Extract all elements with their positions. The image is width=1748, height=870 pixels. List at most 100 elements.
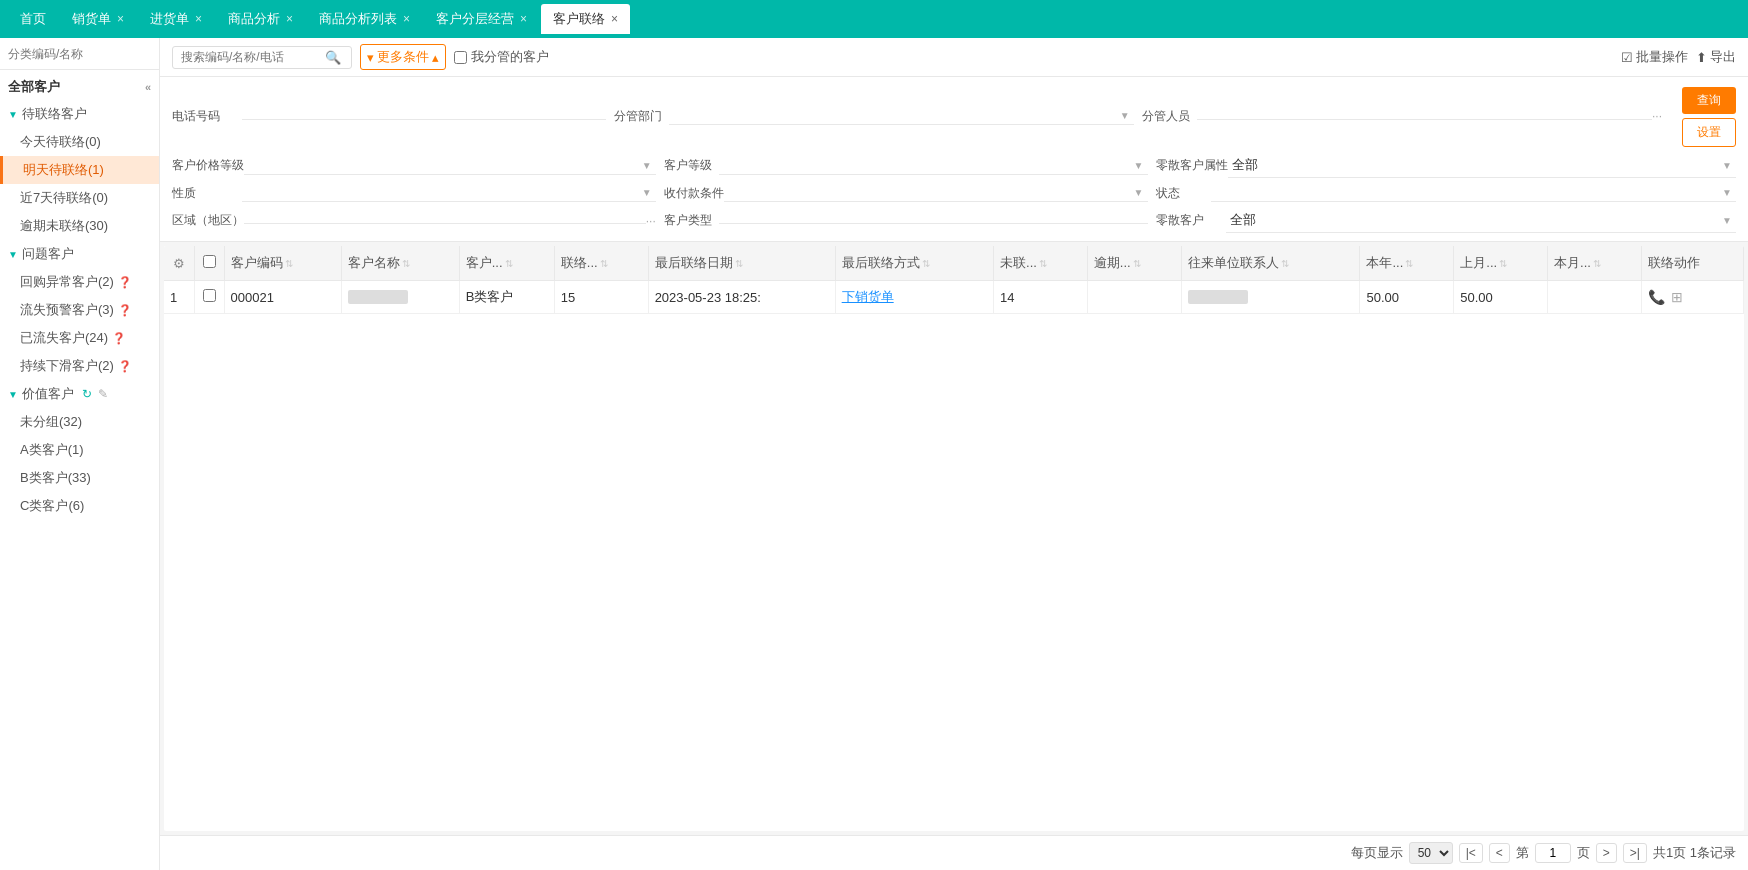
customer-grade-select[interactable]: ▼ (719, 157, 1148, 175)
price-grade-select[interactable]: ▼ (244, 157, 656, 175)
customer-type-input[interactable] (719, 217, 1148, 224)
region-input[interactable] (244, 217, 646, 224)
nav-product-list[interactable]: 商品分析列表 × (307, 4, 422, 34)
sidebar-item-class-c[interactable]: C类客户(6) (0, 492, 159, 520)
nav-product-analysis-close[interactable]: × (286, 12, 293, 26)
nav-product-analysis[interactable]: 商品分析 × (216, 4, 305, 34)
pending-triangle: ▼ (8, 109, 18, 120)
value-refresh-icon[interactable]: ↻ (82, 387, 92, 401)
sort-overdue[interactable]: ⇅ (1133, 258, 1141, 269)
nav-sales[interactable]: 销货单 × (60, 4, 136, 34)
filter-search-icon[interactable]: 🔍 (325, 50, 341, 65)
sort-method[interactable]: ⇅ (922, 258, 930, 269)
sort-no-contact[interactable]: ⇅ (1039, 258, 1047, 269)
action-grid-icon[interactable]: ⊞ (1671, 289, 1683, 305)
retail-customer-select[interactable]: 全部 ▼ (1226, 208, 1737, 233)
select-all-checkbox[interactable] (203, 255, 216, 268)
help-icon-churn[interactable]: ❓ (118, 304, 132, 317)
pending-group-title[interactable]: ▼ 待联络客户 (0, 100, 159, 128)
cell-checkbox[interactable] (194, 281, 224, 314)
sidebar-item-class-b[interactable]: B类客户(33) (0, 464, 159, 492)
sidebar-item-today[interactable]: 今天待联络(0) (0, 128, 159, 156)
nav-customer-layer[interactable]: 客户分层经营 × (424, 4, 539, 34)
problem-group-title[interactable]: ▼ 问题客户 (0, 240, 159, 268)
collapse-icon[interactable]: « (145, 81, 151, 93)
sidebar-search-input[interactable] (8, 47, 158, 61)
value-edit-icon[interactable]: ✎ (98, 387, 108, 401)
filter-icon: ▾ (367, 50, 374, 65)
nav-customer-contact[interactable]: 客户联络 × (541, 4, 630, 34)
my-customers-checkbox[interactable]: 我分管的客户 (454, 48, 549, 66)
page-first-btn[interactable]: |< (1459, 843, 1483, 863)
row-checkbox[interactable] (203, 289, 216, 302)
th-contact-count: 联络...⇅ (554, 246, 648, 281)
help-icon-churned[interactable]: ❓ (112, 332, 126, 345)
sort-date[interactable]: ⇅ (735, 258, 743, 269)
page-next-btn[interactable]: > (1596, 843, 1617, 863)
sort-last-month[interactable]: ⇅ (1499, 258, 1507, 269)
dept-select[interactable]: ▼ (669, 107, 1134, 125)
sort-year[interactable]: ⇅ (1405, 258, 1413, 269)
customer-grade-chevron: ▼ (1134, 160, 1144, 171)
sidebar-item-tomorrow[interactable]: 明天待联络(1) (0, 156, 159, 184)
page-last-btn[interactable]: >| (1623, 843, 1647, 863)
sidebar-item-churned[interactable]: 已流失客户(24) ❓ (0, 324, 159, 352)
sort-code[interactable]: ⇅ (285, 258, 293, 269)
person-dots[interactable]: ··· (1652, 109, 1662, 123)
sort-person[interactable]: ⇅ (1281, 258, 1289, 269)
sort-this-month[interactable]: ⇅ (1593, 258, 1601, 269)
th-gear[interactable]: ⚙ (164, 246, 194, 281)
filter-search-input[interactable] (181, 50, 321, 64)
help-icon-abnormal[interactable]: ❓ (118, 276, 132, 289)
nav-customer-layer-close[interactable]: × (520, 12, 527, 26)
query-button[interactable]: 查询 (1682, 87, 1736, 114)
region-dots[interactable]: ··· (646, 214, 656, 228)
sort-contact[interactable]: ⇅ (600, 258, 608, 269)
export-button[interactable]: ⬆ 导出 (1696, 48, 1736, 66)
sidebar-item-7days[interactable]: 近7天待联络(0) (0, 184, 159, 212)
my-customers-check[interactable] (454, 51, 467, 64)
page-size-select[interactable]: 50 (1409, 842, 1453, 864)
nav-purchase[interactable]: 进货单 × (138, 4, 214, 34)
sort-type[interactable]: ⇅ (505, 258, 513, 269)
status-select[interactable]: ▼ (1211, 184, 1737, 202)
gear-icon[interactable]: ⚙ (173, 256, 185, 271)
nature-select[interactable]: ▼ (242, 184, 656, 202)
advanced-filter: 电话号码 分管部门 ▼ 分管人员 ··· 查询 设置 (160, 77, 1748, 242)
sort-name[interactable]: ⇅ (402, 258, 410, 269)
customer-type-field: 客户类型 (664, 212, 1148, 229)
sidebar-item-ungrouped[interactable]: 未分组(32) (0, 408, 159, 436)
action-phone-icon[interactable]: 📞 (1648, 289, 1665, 305)
cell-code: 000021 (224, 281, 342, 314)
cell-last-method[interactable]: 下销货单 (835, 281, 993, 314)
export-icon: ⬆ (1696, 50, 1707, 65)
phone-input[interactable] (242, 113, 606, 120)
sidebar-item-abnormal[interactable]: 回购异常客户(2) ❓ (0, 268, 159, 296)
sidebar-item-churn-warning[interactable]: 流失预警客户(3) ❓ (0, 296, 159, 324)
table-header-row: ⚙ 客户编码⇅ 客户名称⇅ 客户...⇅ (164, 246, 1744, 281)
page-prev-btn[interactable]: < (1489, 843, 1510, 863)
page-input[interactable] (1535, 843, 1571, 863)
nav-sales-close[interactable]: × (117, 12, 124, 26)
nav-purchase-close[interactable]: × (195, 12, 202, 26)
nav-product-list-close[interactable]: × (403, 12, 410, 26)
retail-attr-select[interactable]: 全部 ▼ (1228, 153, 1737, 178)
payment-select[interactable]: ▼ (724, 184, 1148, 202)
person-input[interactable] (1197, 113, 1652, 120)
filter-actions: 查询 设置 (1682, 85, 1736, 147)
value-group-title[interactable]: ▼ 价值客户 ↻ ✎ (0, 380, 159, 408)
sidebar-item-class-a[interactable]: A类客户(1) (0, 436, 159, 464)
table-row: 1 000021 B类客户 15 2023-05-23 18:25: (164, 281, 1744, 314)
sidebar-item-declining[interactable]: 持续下滑客户(2) ❓ (0, 352, 159, 380)
setting-button[interactable]: 设置 (1682, 118, 1736, 147)
sidebar-item-overdue[interactable]: 逾期未联络(30) (0, 212, 159, 240)
retail-customer-chevron: ▼ (1722, 215, 1732, 226)
nature-chevron: ▼ (642, 187, 652, 198)
filter-more-button[interactable]: ▾ 更多条件 ▴ (360, 44, 446, 70)
batch-op-button[interactable]: ☑ 批量操作 (1621, 48, 1688, 66)
cell-this-year: 50.00 (1360, 281, 1454, 314)
nav-customer-contact-close[interactable]: × (611, 12, 618, 26)
help-icon-declining[interactable]: ❓ (118, 360, 132, 373)
th-checkbox[interactable] (194, 246, 224, 281)
nav-home[interactable]: 首页 (8, 4, 58, 34)
